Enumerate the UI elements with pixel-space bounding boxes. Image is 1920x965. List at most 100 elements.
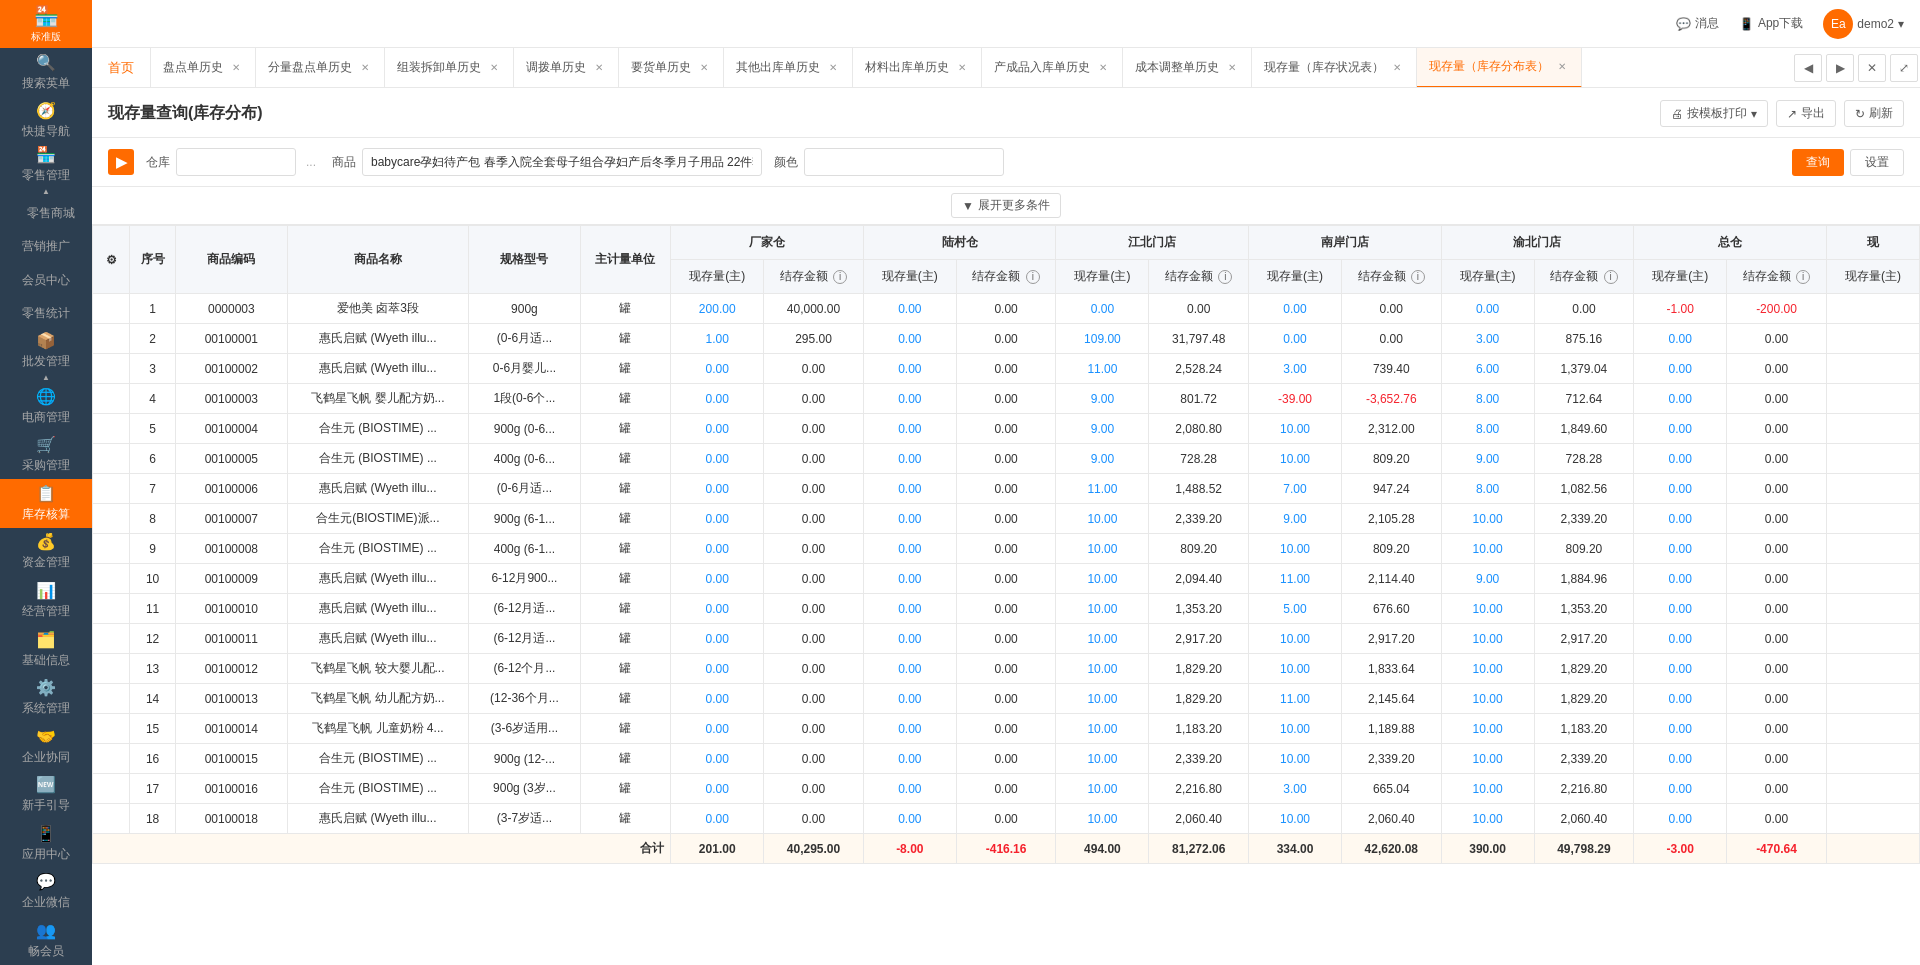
table-cell[interactable]: 0.00	[671, 444, 764, 474]
table-cell[interactable]: 10.00	[1056, 744, 1149, 774]
export-btn[interactable]: ↗ 导出	[1776, 100, 1836, 127]
table-cell[interactable]: 10.00	[1249, 804, 1342, 834]
table-cell[interactable]: 7.00	[1249, 474, 1342, 504]
table-cell[interactable]: 10.00	[1441, 654, 1534, 684]
table-cell[interactable]: 11.00	[1249, 564, 1342, 594]
table-cell[interactable]: 9.00	[1441, 564, 1534, 594]
table-cell[interactable]: 0.00	[1634, 504, 1727, 534]
nav-close-btn[interactable]: ✕	[1858, 54, 1886, 82]
table-cell[interactable]: 109.00	[1056, 324, 1149, 354]
table-cell[interactable]: 10.00	[1441, 504, 1534, 534]
table-cell[interactable]: 0.00	[1634, 444, 1727, 474]
table-cell[interactable]: 0.00	[863, 504, 956, 534]
table-cell[interactable]: 9.00	[1056, 384, 1149, 414]
table-cell[interactable]: 0.00	[863, 414, 956, 444]
tab-zuzhuang[interactable]: 组装拆卸单历史 ✕	[385, 48, 514, 88]
sidebar-item-nav[interactable]: 🧭 快捷导航	[0, 97, 92, 146]
table-cell[interactable]: 10.00	[1441, 744, 1534, 774]
table-cell[interactable]: 10.00	[1441, 684, 1534, 714]
table-cell[interactable]: 0.00	[863, 534, 956, 564]
close-icon[interactable]: ✕	[229, 61, 243, 75]
close-icon[interactable]: ✕	[697, 61, 711, 75]
table-cell[interactable]: 0.00	[1634, 684, 1727, 714]
table-cell[interactable]: 10.00	[1056, 624, 1149, 654]
refresh-btn[interactable]: ↻ 刷新	[1844, 100, 1904, 127]
close-icon[interactable]: ✕	[826, 61, 840, 75]
table-cell[interactable]: 1.00	[671, 324, 764, 354]
info-icon3[interactable]: i	[1218, 270, 1232, 284]
search-btn[interactable]: 查询	[1792, 149, 1844, 176]
expand-conditions-btn[interactable]: ▼ 展开更多条件	[951, 193, 1061, 218]
table-cell[interactable]: 0.00	[863, 384, 956, 414]
table-cell[interactable]: 0.00	[671, 654, 764, 684]
close-icon[interactable]: ✕	[1390, 61, 1404, 75]
sidebar-item-member[interactable]: 会员中心	[0, 263, 92, 297]
sidebar-item-system[interactable]: ⚙️ 系统管理	[0, 673, 92, 722]
sidebar-item-member2[interactable]: 👥 畅会员	[0, 916, 92, 965]
table-cell[interactable]: 0.00	[863, 594, 956, 624]
sidebar-item-retail[interactable]: 🏪 零售管理 ▲	[0, 145, 92, 196]
table-cell[interactable]: 0.00	[1634, 474, 1727, 504]
sidebar-item-wholesale[interactable]: 📦 批发管理 ▲	[0, 331, 92, 382]
table-cell[interactable]: 0.00	[1634, 714, 1727, 744]
close-icon[interactable]: ✕	[487, 61, 501, 75]
table-cell[interactable]: 0.00	[1441, 294, 1534, 324]
table-cell[interactable]: 10.00	[1056, 804, 1149, 834]
table-cell[interactable]: 0.00	[863, 564, 956, 594]
color-input[interactable]	[804, 148, 1004, 176]
print-btn[interactable]: 🖨 按模板打印 ▾	[1660, 100, 1768, 127]
table-cell[interactable]: 10.00	[1249, 654, 1342, 684]
tab-cailiao[interactable]: 材料出库单历史 ✕	[853, 48, 982, 88]
sidebar-item-base[interactable]: 🗂️ 基础信息	[0, 625, 92, 674]
th-settings[interactable]: ⚙	[93, 226, 130, 294]
tab-qita[interactable]: 其他出库单历史 ✕	[724, 48, 853, 88]
sidebar-item-guide[interactable]: 🆕 新手引导	[0, 771, 92, 820]
table-cell[interactable]: 0.00	[1634, 804, 1727, 834]
table-container[interactable]: ⚙ 序号 商品编码 商品名称 规格型号 主计量单位 厂家仓 陆村仓 江北门店 南…	[92, 225, 1920, 965]
table-cell[interactable]: 11.00	[1056, 474, 1149, 504]
table-cell[interactable]: 0.00	[863, 474, 956, 504]
table-cell[interactable]: 8.00	[1441, 384, 1534, 414]
table-cell[interactable]: 9.00	[1249, 504, 1342, 534]
table-cell[interactable]: -1.00	[1634, 294, 1727, 324]
table-cell[interactable]: 10.00	[1056, 714, 1149, 744]
sidebar-item-purchase[interactable]: 🛒 采购管理	[0, 430, 92, 479]
table-cell[interactable]: 11.00	[1056, 354, 1149, 384]
info-icon4[interactable]: i	[1411, 270, 1425, 284]
close-icon[interactable]: ✕	[1555, 60, 1569, 74]
table-cell[interactable]: 0.00	[863, 354, 956, 384]
tab-pandian[interactable]: 盘点单历史 ✕	[151, 48, 256, 88]
table-cell[interactable]: 10.00	[1249, 534, 1342, 564]
table-cell[interactable]: 0.00	[863, 294, 956, 324]
filter-expand-btn[interactable]: ▶	[108, 149, 134, 175]
table-cell[interactable]: 10.00	[1249, 624, 1342, 654]
sidebar-item-wechat[interactable]: 💬 企业微信	[0, 868, 92, 917]
nav-next-btn[interactable]: ▶	[1826, 54, 1854, 82]
table-cell[interactable]: 0.00	[1634, 654, 1727, 684]
table-cell[interactable]: 10.00	[1249, 714, 1342, 744]
close-icon[interactable]: ✕	[955, 61, 969, 75]
table-cell[interactable]: 0.00	[671, 414, 764, 444]
table-cell[interactable]: 0.00	[863, 624, 956, 654]
table-cell[interactable]: 0.00	[863, 684, 956, 714]
nav-prev-btn[interactable]: ◀	[1794, 54, 1822, 82]
table-cell[interactable]: 11.00	[1249, 684, 1342, 714]
close-icon[interactable]: ✕	[1096, 61, 1110, 75]
table-cell[interactable]: 0.00	[671, 354, 764, 384]
table-cell[interactable]: 9.00	[1056, 444, 1149, 474]
table-cell[interactable]: 0.00	[863, 804, 956, 834]
table-cell[interactable]: -39.00	[1249, 384, 1342, 414]
tab-chengpin[interactable]: 产成品入库单历史 ✕	[982, 48, 1123, 88]
table-cell[interactable]: 3.00	[1249, 354, 1342, 384]
product-input[interactable]	[362, 148, 762, 176]
table-cell[interactable]: 0.00	[671, 474, 764, 504]
table-cell[interactable]: 0.00	[671, 504, 764, 534]
table-cell[interactable]: 0.00	[671, 744, 764, 774]
table-cell[interactable]: 0.00	[1249, 294, 1342, 324]
sidebar-item-collab[interactable]: 🤝 企业协同	[0, 722, 92, 771]
tab-chengben[interactable]: 成本调整单历史 ✕	[1123, 48, 1252, 88]
warehouse-input[interactable]	[176, 148, 296, 176]
tab-fenpandian[interactable]: 分量盘点单历史 ✕	[256, 48, 385, 88]
table-cell[interactable]: 10.00	[1056, 654, 1149, 684]
tab-xiancunliang-fb[interactable]: 现存量（库存分布表） ✕	[1417, 48, 1582, 88]
